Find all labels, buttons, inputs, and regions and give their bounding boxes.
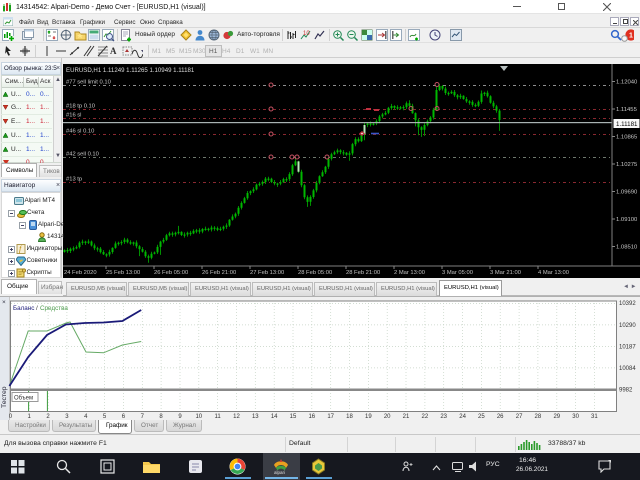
svg-text:#77 sell limit 0.10: #77 sell limit 0.10: [66, 80, 111, 86]
svg-text:/: /: [36, 305, 38, 312]
svg-text:2 Mar 13:00: 2 Mar 13:00: [394, 270, 425, 276]
svg-text:EURUSD,H1 1.11249 1.11265 1.1: EURUSD,H1 1.11249 1.11265 1.10949 1.1118…: [66, 67, 195, 74]
svg-text:10392: 10392: [619, 301, 636, 307]
svg-text:26 Feb 21:00: 26 Feb 21:00: [202, 270, 236, 276]
svg-text:10: 10: [303, 31, 310, 37]
svg-text:#42 sell 0.10: #42 sell 0.10: [66, 152, 99, 158]
svg-text:1.09100: 1.09100: [616, 217, 638, 223]
svg-text:10187: 10187: [619, 345, 636, 351]
svg-text:9982: 9982: [619, 388, 633, 394]
svg-text:1.10865: 1.10865: [616, 135, 638, 141]
svg-text:28 Feb 21:00: 28 Feb 21:00: [346, 270, 380, 276]
svg-text:#16 sl: #16 sl: [66, 113, 81, 119]
svg-text:#13 tp: #13 tp: [66, 177, 82, 183]
svg-text:1.08510: 1.08510: [616, 245, 638, 251]
svg-text:#46 sl 0.10: #46 sl 0.10: [66, 129, 94, 135]
svg-text:Баланс: Баланс: [13, 305, 34, 312]
svg-text:4 Mar 13:00: 4 Mar 13:00: [538, 270, 569, 276]
svg-text:10290: 10290: [619, 323, 636, 329]
svg-text:1.11181: 1.11181: [616, 121, 638, 128]
svg-text:26 Feb 05:00: 26 Feb 05:00: [154, 270, 188, 276]
svg-text:1.10275: 1.10275: [616, 162, 638, 168]
svg-text:3 Mar 05:00: 3 Mar 05:00: [442, 270, 473, 276]
svg-text:3 Mar 21:00: 3 Mar 21:00: [490, 270, 521, 276]
svg-text:24 Feb 2020: 24 Feb 2020: [64, 270, 97, 276]
svg-text:1.11455: 1.11455: [616, 107, 638, 113]
svg-text:Объем: Объем: [14, 396, 33, 402]
svg-text:25 Feb 13:00: 25 Feb 13:00: [106, 270, 140, 276]
svg-text:1.09690: 1.09690: [616, 190, 638, 196]
svg-text:1: 1: [629, 33, 633, 40]
svg-text:10084: 10084: [619, 366, 636, 372]
svg-text:27 Feb 13:00: 27 Feb 13:00: [250, 270, 284, 276]
svg-text:#18 tp 0.10: #18 tp 0.10: [66, 104, 95, 110]
svg-text:28 Feb 05:00: 28 Feb 05:00: [298, 270, 332, 276]
svg-text:1.12040: 1.12040: [616, 80, 638, 86]
svg-text:Средства: Средства: [40, 305, 68, 312]
